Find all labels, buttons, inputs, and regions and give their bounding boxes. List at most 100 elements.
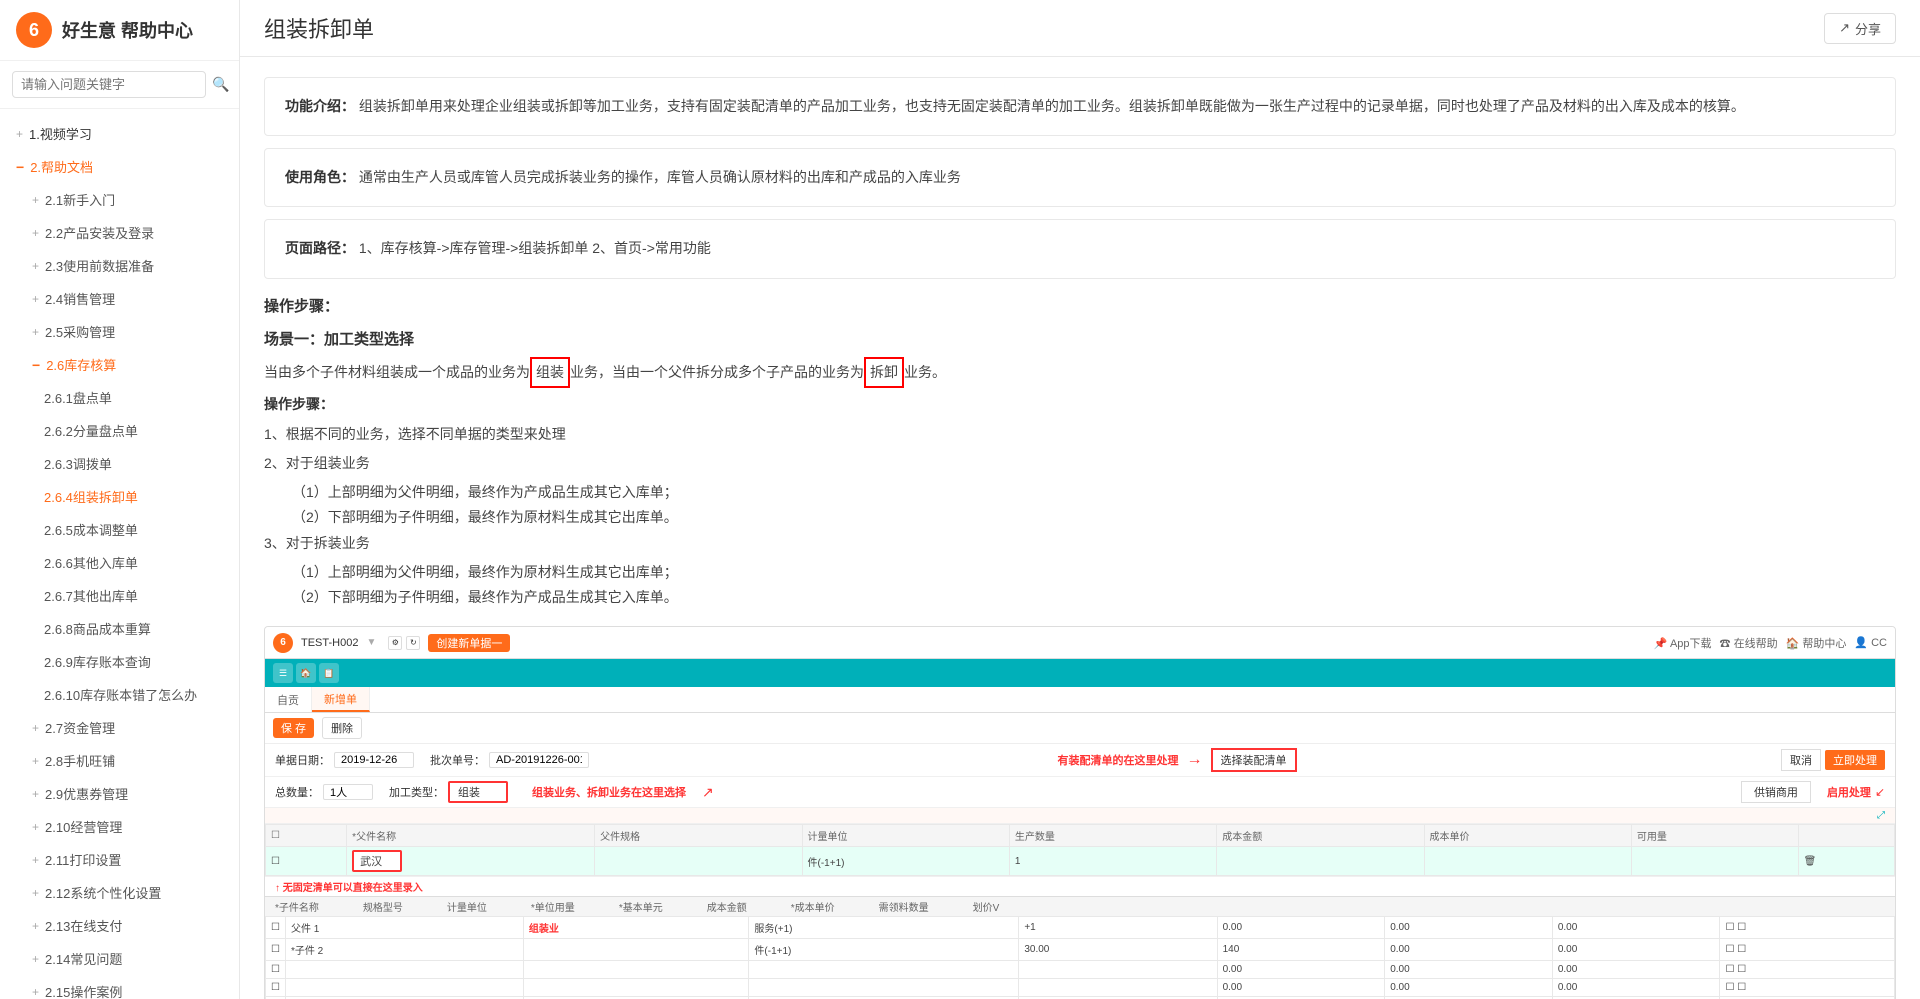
mock-lower-table-header: *子件名称 规格型号 计量单位 *单位用量 *基本单元 成本金额 *成本单价 需… <box>265 896 1895 916</box>
sidebar-item-2-6-9[interactable]: 2.6.9库存账本查询 <box>0 645 239 678</box>
func-intro-text: 组装拆卸单用来处理企业组装或拆卸等加工业务，支持有固定装配清单的产品加工业务，也… <box>359 98 1745 114</box>
mock-qty-input[interactable] <box>323 784 373 800</box>
sidebar-item-2-5[interactable]: + 2.5采购管理 <box>0 315 239 348</box>
mock-th-cost: 成本金额 <box>1217 825 1424 847</box>
op-step-3-2: （2）下部明细为子件明细，最终作为产成品生成其它入库单。 <box>264 585 1896 610</box>
sidebar-item-2-11[interactable]: + 2.11打印设置 <box>0 843 239 876</box>
mock-nav-icon-2[interactable]: 🏠 <box>296 663 316 683</box>
mock-annotation3: 启用处理 <box>1827 784 1871 800</box>
path-label: 页面路径： <box>285 240 355 256</box>
assemble-tag: 组装 <box>530 357 570 388</box>
role-block: 使用角色： 通常由生产人员或库管人员完成拆装业务的操作，库管人员确认原材料的出库… <box>264 148 1896 207</box>
table-row: ☐ 父件 1 组装业 服务(+1) +1 0.00 0.00 0.00 ☐ ☐ <box>266 917 1895 939</box>
sidebar-item-2-6[interactable]: − 2.6库存核算 <box>0 348 239 381</box>
mock-startup-btn[interactable]: 立即处理 <box>1825 750 1885 770</box>
sidebar-item-2-6-3[interactable]: 2.6.3调拨单 <box>0 447 239 480</box>
scenario1-title: 场景一：加工类型选择 <box>264 328 1896 349</box>
scenario1-desc: 当由多个子件材料组装成一个成品的业务为组装业务，当由一个父件拆分成多个子产品的业… <box>264 357 1896 388</box>
sidebar-item-2-6-5[interactable]: 2.6.5成本调整单 <box>0 513 239 546</box>
mock-td-row-action[interactable]: 🗑 <box>1798 847 1894 876</box>
app-logo: 6 <box>16 12 52 48</box>
sidebar-item-2[interactable]: − 2.帮助文档 <box>0 150 239 183</box>
sidebar-item-2-2[interactable]: + 2.2产品安装及登录 <box>0 216 239 249</box>
op-step-2-1: （1）上部明细为父件明细，最终作为产成品生成其它入库单； <box>264 480 1896 505</box>
sidebar-item-2-6-7[interactable]: 2.6.7其他出库单 <box>0 579 239 612</box>
sidebar-item-2-12[interactable]: + 2.12系统个性化设置 <box>0 876 239 909</box>
func-intro-label: 功能介绍： <box>285 98 355 114</box>
sidebar-item-2-9[interactable]: + 2.9优惠券管理 <box>0 777 239 810</box>
op-step-3: 3、对于拆装业务 <box>264 531 1896 556</box>
sidebar-item-2-6-4[interactable]: 2.6.4组装拆卸单 <box>0 480 239 513</box>
collapse-icon-2: − <box>16 159 24 175</box>
sidebar: 6 好生意 帮助中心 🔍 + 1.视频学习 − 2.帮助文档 + 2.1新手入门… <box>0 0 240 999</box>
mock-new-btn[interactable]: 创建新单据一 <box>428 634 510 652</box>
sidebar-item-2-6-1[interactable]: 2.6.1盘点单 <box>0 381 239 414</box>
op-step-2: 2、对于组装业务 <box>264 451 1896 476</box>
mock-nav-icon-1[interactable]: ☰ <box>273 663 293 683</box>
sidebar-item-2-10[interactable]: + 2.10经营管理 <box>0 810 239 843</box>
mock-field-date: 单据日期： <box>275 752 414 768</box>
sidebar-item-2-7[interactable]: + 2.7资金管理 <box>0 711 239 744</box>
mock-startup-input[interactable]: 供销商用 <box>1741 781 1811 803</box>
mock-delete-btn[interactable]: 删除 <box>322 717 362 739</box>
mock-select-bom-btn[interactable]: 选择装配清单 <box>1211 748 1297 772</box>
mock-th-actions <box>1798 825 1894 847</box>
sidebar-item-2-6-2[interactable]: 2.6.2分量盘点单 <box>0 414 239 447</box>
mock-refresh-btn[interactable]: ↻ <box>406 636 420 650</box>
mock-save-btn[interactable]: 保 存 <box>273 718 314 738</box>
sidebar-item-2-13[interactable]: + 2.13在线支付 <box>0 909 239 942</box>
mock-td-qty-unit: 件(-1+1) <box>802 847 1009 876</box>
mock-tabs: 自贡 新增单 <box>265 687 1895 713</box>
share-button[interactable]: ↗ 分享 <box>1824 13 1896 44</box>
mock-type-select[interactable]: 组装 <box>448 781 508 803</box>
mock-startup-area: 供销商用 <box>1741 781 1811 803</box>
mock-company: TEST-H002 <box>301 637 358 649</box>
search-input[interactable] <box>12 71 206 98</box>
mock-annotation3-area: 启用处理 ↙ <box>1827 784 1885 800</box>
func-intro-block: 功能介绍： 组装拆卸单用来处理企业组装或拆卸等加工业务，支持有固定装配清单的产品… <box>264 77 1896 136</box>
sidebar-item-2-8[interactable]: + 2.8手机旺铺 <box>0 744 239 777</box>
mock-table-actions: ⤢ <box>265 808 1895 824</box>
mock-name-input[interactable]: 武汉 <box>352 850 402 872</box>
sidebar-item-2-6-6[interactable]: 2.6.6其他入库单 <box>0 546 239 579</box>
mock-tab-list[interactable]: 自贡 <box>265 687 312 712</box>
mock-annotation-area: 有装配清单的在这里处理 → 选择装配清单 <box>605 748 1749 772</box>
mock-date-input[interactable] <box>334 752 414 768</box>
path-text: 1、库存核算->库存管理->组装拆卸单 2、首页->常用功能 <box>359 240 711 256</box>
sidebar-item-2-1[interactable]: + 2.1新手入门 <box>0 183 239 216</box>
mock-field-batch: 批次单号： <box>430 752 589 768</box>
expand-icon-1: + <box>16 127 23 141</box>
top-bar: 组装拆卸单 ↗ 分享 <box>240 0 1920 57</box>
app-title: 好生意 帮助中心 <box>62 17 193 43</box>
sidebar-item-2-15[interactable]: + 2.15操作案例 <box>0 975 239 999</box>
sidebar-item-2-3[interactable]: + 2.3使用前数据准备 <box>0 249 239 282</box>
mock-cancel-btn[interactable]: 取消 <box>1781 749 1821 771</box>
mock-form-row1: 单据日期： 批次单号： 有装配清单的在这里处理 → 选择装配清单 取消 <box>265 744 1895 777</box>
mock-nav-icon-3[interactable]: 📋 <box>319 663 339 683</box>
mock-logo: 6 <box>273 633 293 653</box>
mock-batch-input[interactable] <box>489 752 589 768</box>
mock-th-avail: 可用量 <box>1631 825 1798 847</box>
sidebar-item-2-6-10[interactable]: 2.6.10库存账本错了怎么办 <box>0 678 239 711</box>
share-icon: ↗ <box>1839 20 1850 36</box>
mock-tab-new[interactable]: 新增单 <box>312 687 370 712</box>
search-icon[interactable]: 🔍 <box>212 76 229 93</box>
mock-arrow1: → <box>1187 751 1203 769</box>
mock-form-row2: 总数量： 加工类型： 组装 组装业务、拆卸业务在这里选择 ↗ 供销商用 启用处理 <box>265 777 1895 808</box>
sidebar-item-2-4[interactable]: + 2.4销售管理 <box>0 282 239 315</box>
op-step-1: 1、根据不同的业务，选择不同单据的类型来处理 <box>264 422 1896 447</box>
sidebar-item-1[interactable]: + 1.视频学习 <box>0 117 239 150</box>
mock-expand-btn[interactable]: ⤢ <box>1877 810 1885 821</box>
mock-parent-table: ☐ *父件名称 父件规格 计量单位 生产数量 成本金额 成本单价 可用量 <box>265 824 1895 876</box>
content-body: 功能介绍： 组装拆卸单用来处理企业组装或拆卸等加工业务，支持有固定装配清单的产品… <box>240 57 1920 999</box>
path-block: 页面路径： 1、库存核算->库存管理->组装拆卸单 2、首页->常用功能 <box>264 219 1896 278</box>
mock-th-spec: 父件规格 <box>595 825 802 847</box>
sidebar-item-2-14[interactable]: + 2.14常见问题 <box>0 942 239 975</box>
mock-annotation2: 组装业务、拆卸业务在这里选择 <box>532 784 686 800</box>
sidebar-item-2-6-8[interactable]: 2.6.8商品成本重算 <box>0 612 239 645</box>
mock-settings-btn[interactable]: ⚙ <box>388 636 402 650</box>
logo-bar: 6 好生意 帮助中心 <box>0 0 239 61</box>
mock-child-table: ☐ 父件 1 组装业 服务(+1) +1 0.00 0.00 0.00 ☐ ☐ <box>265 916 1895 999</box>
mock-toolbar: 保 存 删除 <box>265 713 1895 744</box>
mock-annotation1: 有装配清单的在这里处理 <box>1058 752 1179 768</box>
